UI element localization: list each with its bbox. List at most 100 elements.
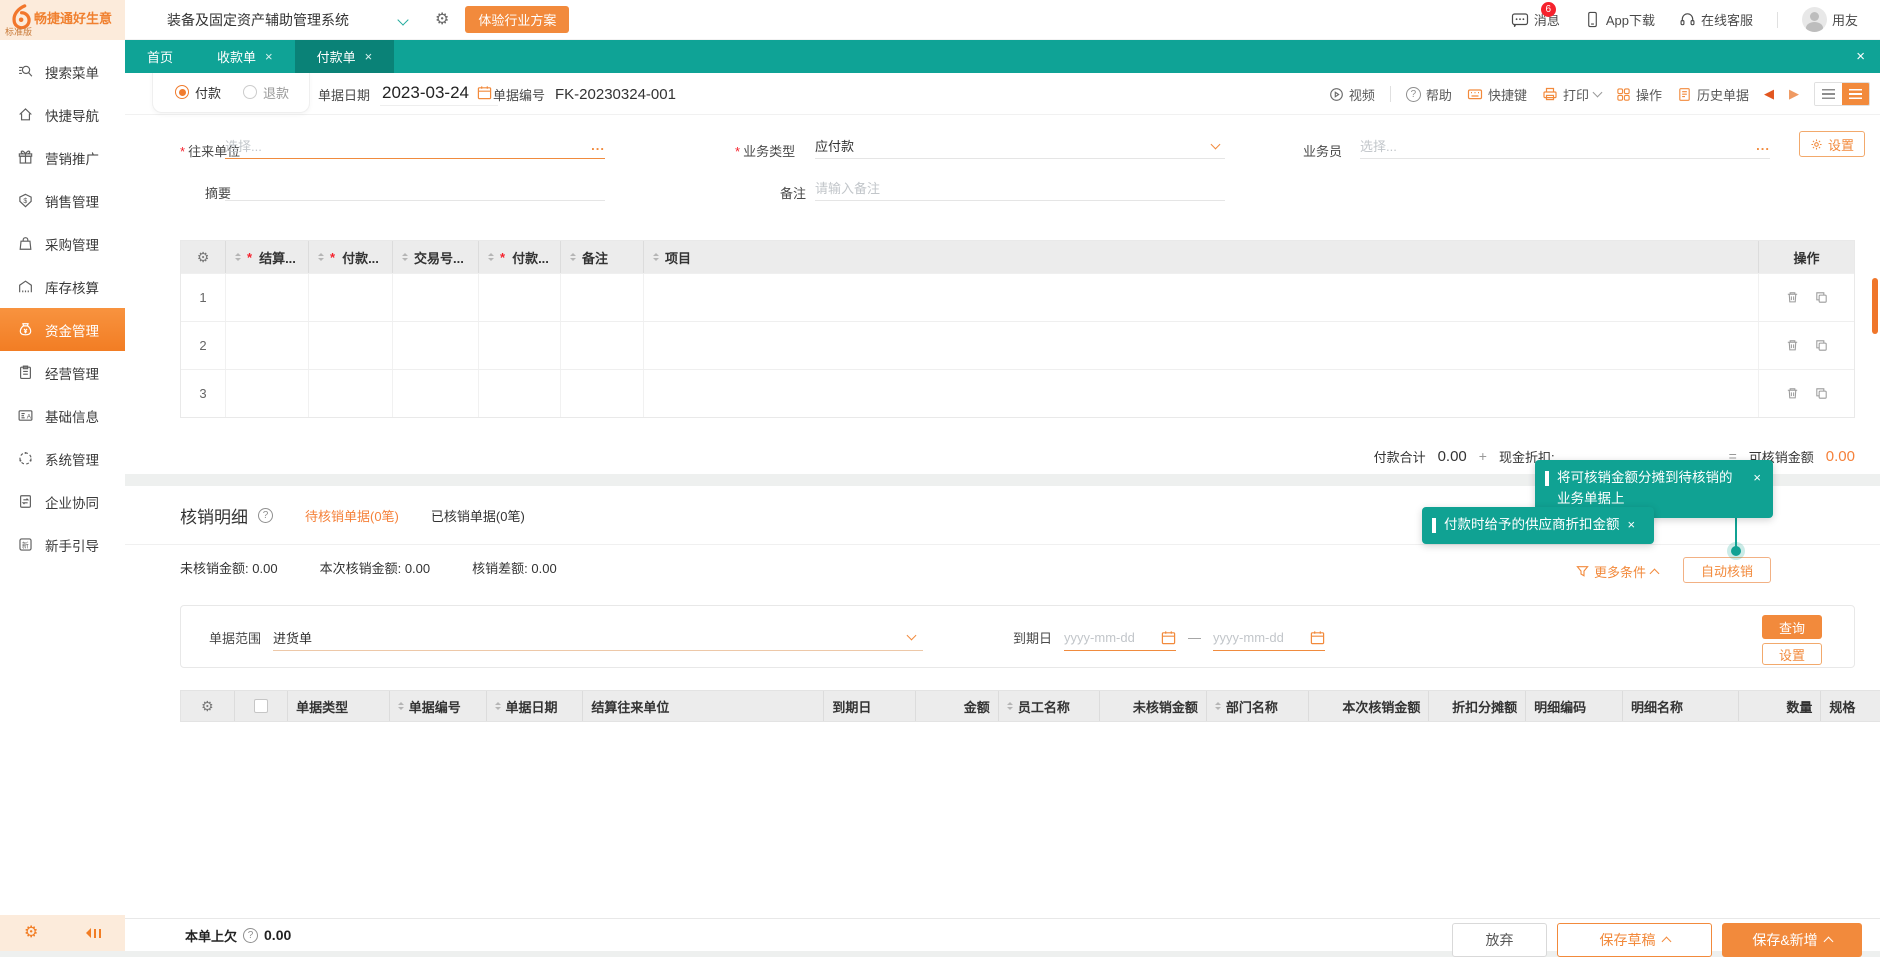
actions-button[interactable]: 操作 — [1616, 85, 1662, 104]
bill-no-field[interactable]: 单据编号 FK-20230324-001 — [493, 73, 676, 115]
bill-date-field[interactable]: 单据日期 2023-03-24 — [318, 73, 498, 115]
header-pay-account[interactable]: * 付款... — [309, 241, 393, 273]
sidebar-item-purchase[interactable]: 采购管理 — [0, 222, 125, 265]
select-all-checkbox[interactable] — [235, 691, 289, 721]
card-view-button[interactable] — [1842, 83, 1869, 105]
bill-scope-select[interactable]: 进货单 — [273, 625, 924, 651]
sidebar-item-collaboration[interactable]: 企业协同 — [0, 480, 125, 523]
delete-row-icon[interactable] — [1785, 290, 1800, 305]
due-date-start-input[interactable]: yyyy-mm-dd — [1064, 625, 1177, 651]
close-icon[interactable]: × — [1628, 517, 1636, 536]
cell-remark[interactable] — [561, 370, 644, 417]
radio-payment[interactable]: 付款 — [175, 83, 221, 102]
header-detail-name[interactable]: 明细名称 — [1623, 691, 1740, 721]
help-button[interactable]: ? 帮助 — [1405, 85, 1452, 104]
remark-input[interactable]: 请输入备注 — [815, 175, 1225, 201]
save-draft-button[interactable]: 保存草稿 — [1557, 923, 1712, 957]
copy-row-icon[interactable] — [1814, 290, 1829, 305]
sidebar-settings-icon[interactable]: ⚙ — [24, 925, 38, 941]
history-button[interactable]: 历史单据 — [1677, 85, 1749, 104]
delete-row-icon[interactable] — [1785, 386, 1800, 401]
hotkey-button[interactable]: 快捷键 — [1467, 85, 1527, 104]
question-circle-icon[interactable]: ? — [243, 927, 259, 943]
question-circle-icon[interactable]: ? — [258, 507, 273, 523]
query-button[interactable]: 查询 — [1762, 615, 1822, 639]
form-settings-button[interactable]: 设置 — [1798, 131, 1865, 157]
sidebar-item-operations[interactable]: 经营管理 — [0, 351, 125, 394]
sidebar-item-search-menu[interactable]: 搜索菜单 — [0, 50, 125, 93]
header-quantity[interactable]: 数量 — [1739, 691, 1822, 721]
cell-settle-method[interactable] — [226, 322, 309, 369]
tab-pending-bills[interactable]: 待核销单据(0笔) — [305, 506, 399, 525]
online-service-button[interactable]: 在线客服 — [1679, 10, 1753, 29]
collapse-sidebar-icon[interactable] — [86, 928, 101, 938]
close-icon[interactable]: × — [265, 49, 273, 64]
biztype-select-field[interactable]: 应付款 — [815, 133, 1225, 159]
trial-industry-button[interactable]: 体验行业方案 — [465, 6, 570, 33]
calendar-icon[interactable] — [1161, 630, 1176, 645]
sidebar-item-quick-nav[interactable]: 快捷导航 — [0, 93, 125, 136]
radio-refund[interactable]: 退款 — [243, 83, 289, 102]
cell-settle-method[interactable] — [226, 274, 309, 321]
salesman-select-field[interactable]: 选择... ... — [1360, 133, 1770, 159]
header-amount[interactable]: 金额 — [916, 691, 999, 721]
messages-button[interactable]: 消息 6 — [1511, 2, 1560, 29]
cell-project[interactable] — [644, 370, 1759, 417]
discard-button[interactable]: 放弃 — [1452, 923, 1547, 957]
sidebar-item-funds[interactable]: 资金管理 — [0, 308, 125, 351]
cell-trade-no[interactable] — [393, 370, 479, 417]
header-project[interactable]: 项目 — [644, 241, 1759, 273]
cell-pay-account[interactable] — [309, 274, 393, 321]
next-bill-icon[interactable]: ▶ — [1789, 86, 1799, 102]
more-conditions-link[interactable]: 更多条件 — [1576, 562, 1660, 581]
header-settle-method[interactable]: * 结算... — [226, 241, 309, 273]
cell-remark[interactable] — [561, 322, 644, 369]
sidebar-item-inventory[interactable]: 库存核算 — [0, 265, 125, 308]
cell-pay-amount[interactable] — [479, 322, 561, 369]
close-icon[interactable]: × — [365, 49, 373, 64]
cell-trade-no[interactable] — [393, 322, 479, 369]
cell-pay-amount[interactable] — [479, 370, 561, 417]
calendar-icon[interactable] — [477, 85, 492, 100]
header-employee[interactable]: 员工名称 — [999, 691, 1101, 721]
header-current-writeoff[interactable]: 本次核销金额 — [1309, 691, 1430, 721]
header-settle-partner[interactable]: 结算往来单位 — [583, 691, 825, 721]
copy-row-icon[interactable] — [1814, 338, 1829, 353]
cell-remark[interactable] — [561, 274, 644, 321]
cell-project[interactable] — [644, 274, 1759, 321]
tab-writtenoff-bills[interactable]: 已核销单据(0笔) — [431, 506, 525, 525]
sidebar-item-sales[interactable]: $ 销售管理 — [0, 179, 125, 222]
system-selector[interactable]: 装备及固定资产辅助管理系统 — [167, 10, 349, 30]
header-pay-amount[interactable]: * 付款... — [479, 241, 561, 273]
cell-pay-account[interactable] — [309, 370, 393, 417]
header-due-date[interactable]: 到期日 — [824, 691, 917, 721]
delete-row-icon[interactable] — [1785, 338, 1800, 353]
header-trade-no[interactable]: 交易号... — [393, 241, 479, 273]
list-view-button[interactable] — [1815, 83, 1842, 105]
sidebar-item-beginner-guide[interactable]: 新 新手引导 — [0, 523, 125, 566]
print-button[interactable]: 打印 — [1542, 85, 1603, 104]
tab-receipt[interactable]: 收款单 × — [195, 40, 295, 73]
header-detail-code[interactable]: 明细编码 — [1526, 691, 1623, 721]
scrollbar-thumb[interactable] — [1872, 278, 1878, 334]
gear-icon[interactable]: ⚙ — [435, 11, 449, 28]
prev-bill-icon[interactable]: ◀ — [1764, 86, 1774, 102]
column-settings-button[interactable]: ⚙ — [181, 691, 235, 721]
more-icon[interactable]: ... — [591, 138, 605, 153]
sidebar-item-marketing[interactable]: 营销推广 — [0, 136, 125, 179]
filter-settings-button[interactable]: 设置 — [1762, 643, 1822, 665]
close-icon[interactable]: × — [1753, 470, 1761, 510]
header-remark[interactable]: 备注 — [561, 241, 644, 273]
save-and-new-button[interactable]: 保存&新增 — [1722, 923, 1862, 957]
tab-home[interactable]: 首页 — [125, 40, 195, 73]
calendar-icon[interactable] — [1310, 630, 1325, 645]
close-all-tabs-icon[interactable]: × — [1856, 40, 1880, 73]
video-button[interactable]: 视频 — [1329, 85, 1375, 104]
cell-trade-no[interactable] — [393, 274, 479, 321]
header-department[interactable]: 部门名称 — [1207, 691, 1309, 721]
chevron-down-icon[interactable] — [397, 13, 409, 26]
user-menu[interactable]: 用友 — [1801, 7, 1858, 32]
header-discount-share[interactable]: 折扣分摊额 — [1429, 691, 1527, 721]
header-spec[interactable]: 规格 — [1821, 691, 1880, 721]
sidebar-item-basic-info[interactable]: A 基础信息 — [0, 394, 125, 437]
